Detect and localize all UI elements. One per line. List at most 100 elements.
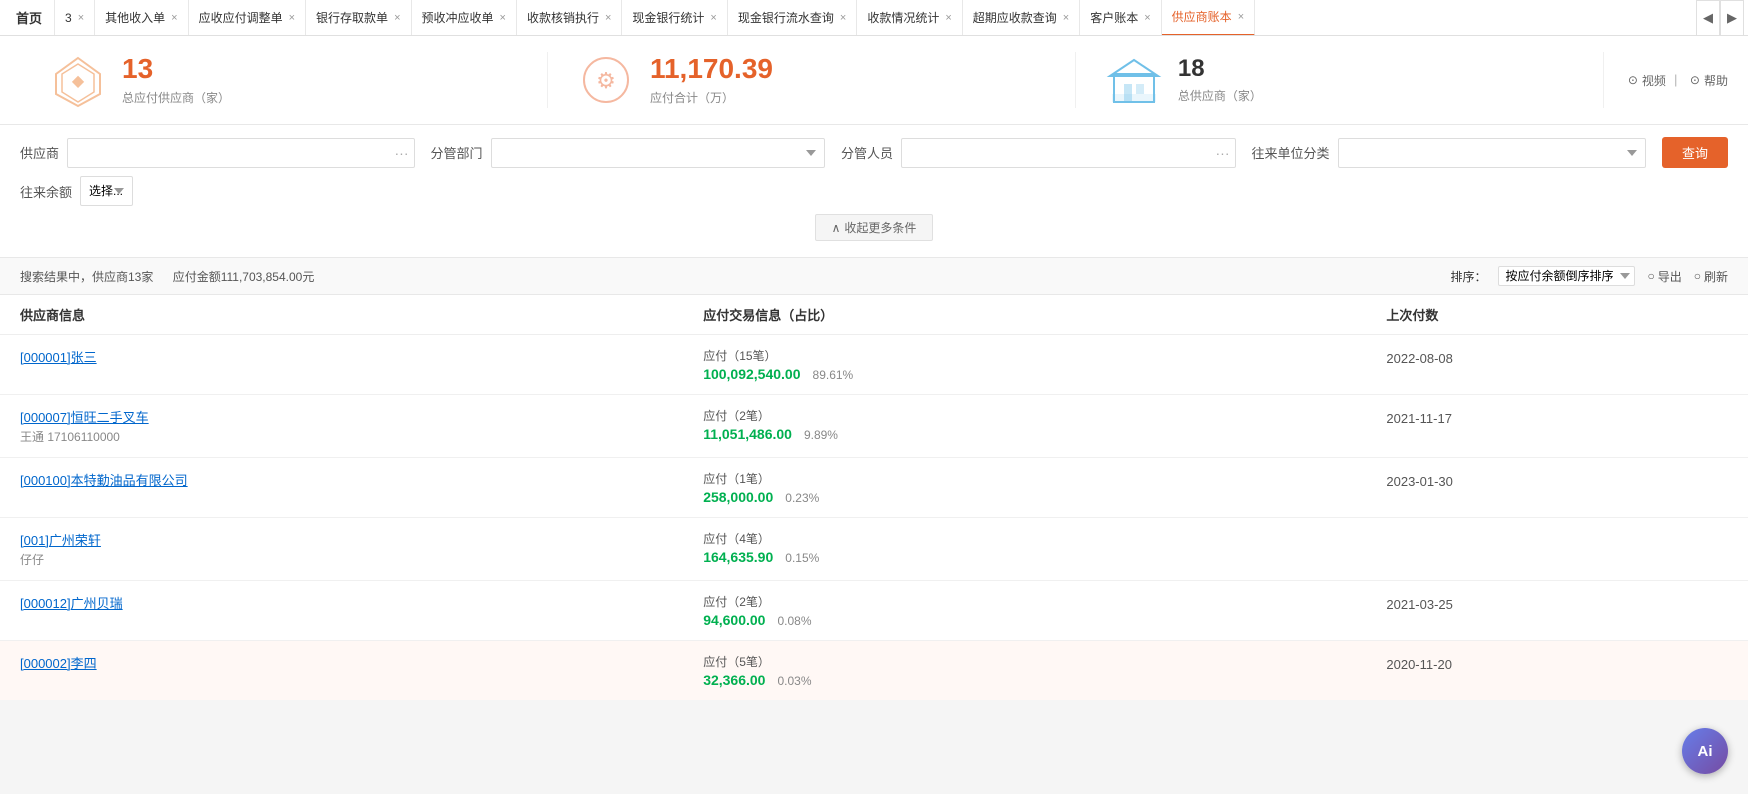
person-input-wrapper: ···	[901, 138, 1235, 168]
tab-label: 3	[65, 11, 72, 25]
table-row: [000007]恒旺二手叉车 王通 17106110000 应付（2笔） 11,…	[0, 395, 1748, 458]
refresh-button[interactable]: ○ 刷新	[1694, 268, 1728, 285]
help-link[interactable]: 帮助	[1704, 72, 1728, 89]
tab-label: 其他收入单	[105, 9, 165, 26]
nav-tab-3[interactable]: 3 ×	[55, 0, 95, 36]
total-suppliers-count: 18	[1178, 56, 1262, 82]
result-text-1: 搜索结果中，供应商13家	[20, 270, 153, 284]
close-icon[interactable]: ×	[78, 12, 84, 24]
filter-balance: 往来余额 选择...	[20, 176, 133, 206]
supplier-link-6[interactable]: [000002]李四	[20, 653, 703, 672]
payable-total-amount: 11,170.39	[650, 54, 773, 85]
refresh-label: 刷新	[1704, 268, 1728, 285]
filter-area: 供应商 ··· 分管部门 分管人员 ··· 往来单位分类 查询	[0, 125, 1748, 258]
nav-tab-advance-receivable[interactable]: 预收冲应收单 ×	[412, 0, 517, 36]
filter-row-1: 供应商 ··· 分管部门 分管人员 ··· 往来单位分类 查询	[20, 137, 1728, 168]
table-row: [001]广州荣轩 仔仔 应付（4笔） 164,635.90 0.15%	[0, 518, 1748, 581]
collapse-section: ∧ 收起更多条件	[20, 214, 1728, 241]
close-icon[interactable]: ×	[394, 12, 400, 24]
close-icon[interactable]: ×	[840, 12, 846, 24]
person-input-dots[interactable]: ···	[1216, 145, 1230, 161]
summary-content-total: 11,170.39 应付合计（万）	[650, 54, 773, 106]
collapse-button[interactable]: ∧ 收起更多条件	[815, 214, 934, 241]
table-header: 供应商信息 应付交易信息（占比） 上次付数	[0, 295, 1748, 335]
video-link[interactable]: 视频	[1642, 72, 1666, 89]
tab-label: 超期应收款查询	[973, 9, 1057, 26]
refresh-icon: ○	[1694, 269, 1701, 283]
close-icon[interactable]: ×	[710, 12, 716, 24]
category-select[interactable]	[1338, 138, 1646, 168]
tab-label: 现金银行统计	[632, 9, 704, 26]
last-payment-4	[1386, 530, 1728, 568]
tx-percent-2: 9.89%	[804, 428, 838, 442]
circle-icon: ⊙	[1628, 73, 1638, 87]
nav-tab-supplier-ledger[interactable]: 供应商账本 ×	[1162, 0, 1255, 36]
summary-card-payable-total: ⚙ 11,170.39 应付合计（万）	[548, 52, 1076, 108]
top-right-actions: ⊙ 视频 ｜ ⊙ 帮助	[1624, 72, 1728, 89]
dept-select[interactable]	[491, 138, 825, 168]
supplier-link-1[interactable]: [000001]张三	[20, 347, 703, 366]
result-info: 搜索结果中，供应商13家 应付金额111,703,854.00元	[20, 268, 330, 285]
supplier-link-4[interactable]: [001]广州荣轩	[20, 530, 703, 549]
supplier-link-3[interactable]: [000100]本特勤油品有限公司	[20, 470, 703, 489]
supplier-label: 供应商	[20, 143, 59, 162]
main-table: 供应商信息 应付交易信息（占比） 上次付数 [000001]张三 应付（15笔）…	[0, 295, 1748, 700]
nav-left-arrow[interactable]: ◀	[1696, 0, 1720, 36]
nav-tab-customer-ledger[interactable]: 客户账本 ×	[1080, 0, 1161, 36]
nav-tab-bank-deposit[interactable]: 银行存取款单 ×	[306, 0, 411, 36]
payable-total-label: 应付合计（万）	[650, 89, 773, 106]
svg-text:◆: ◆	[72, 73, 85, 90]
nav-tab-collection-stats[interactable]: 收款情况统计 ×	[857, 0, 962, 36]
supplier-info-5: [000012]广州贝瑞	[20, 593, 703, 628]
ai-label: Ai	[1698, 743, 1713, 760]
nav-tab-collection[interactable]: 收款核销执行 ×	[517, 0, 622, 36]
tab-label: 收款核销执行	[527, 9, 599, 26]
close-icon[interactable]: ×	[500, 12, 506, 24]
nav-tab-overdue[interactable]: 超期应收款查询 ×	[963, 0, 1080, 36]
close-icon[interactable]: ×	[945, 12, 951, 24]
nav-home-tab[interactable]: 首页	[4, 0, 55, 36]
tx-label-5: 应付（2笔）	[703, 593, 1386, 610]
table-row: [000012]广州贝瑞 应付（2笔） 94,600.00 0.08% 2021…	[0, 581, 1748, 641]
result-actions: 排序： 按应付余额倒序排序 ○ 导出 ○ 刷新	[1450, 266, 1728, 286]
grain-icon: ⚙	[578, 52, 634, 108]
close-icon[interactable]: ×	[289, 12, 295, 24]
tx-amount-1: 100,092,540.00	[703, 366, 800, 382]
balance-label: 往来余额	[20, 182, 72, 201]
transaction-info-6: 应付（5笔） 32,366.00 0.03%	[703, 653, 1386, 688]
supplier-input[interactable]	[67, 138, 414, 168]
nav-right-arrow[interactable]: ▶	[1720, 0, 1744, 36]
supplier-link-5[interactable]: [000012]广州贝瑞	[20, 593, 703, 612]
tx-percent-1: 89.61%	[813, 368, 854, 382]
transaction-info-1: 应付（15笔） 100,092,540.00 89.61%	[703, 347, 1386, 382]
query-button[interactable]: 查询	[1662, 137, 1728, 168]
person-input[interactable]	[901, 138, 1235, 168]
close-icon[interactable]: ×	[1063, 12, 1069, 24]
summary-content-payable: 13 总应付供应商（家）	[122, 54, 230, 106]
close-icon[interactable]: ×	[1144, 12, 1150, 24]
supplier-info-3: [000100]本特勤油品有限公司	[20, 470, 703, 505]
col-header-last-payment: 上次付数	[1386, 305, 1728, 324]
close-icon[interactable]: ×	[171, 12, 177, 24]
nav-tab-cash-stats[interactable]: 现金银行统计 ×	[622, 0, 727, 36]
filter-person: 分管人员 ···	[841, 138, 1236, 168]
total-suppliers-label: 总供应商（家）	[1178, 87, 1262, 104]
circle-icon2: ⊙	[1690, 73, 1700, 87]
ai-button[interactable]: Ai	[1682, 728, 1728, 774]
supplier-input-dots[interactable]: ···	[395, 145, 409, 161]
close-icon[interactable]: ×	[605, 12, 611, 24]
supplier-info-4: [001]广州荣轩 仔仔	[20, 530, 703, 568]
nav-tab-other-income[interactable]: 其他收入单 ×	[95, 0, 188, 36]
tab-label: 应收应付调整单	[199, 9, 283, 26]
supplier-link-2[interactable]: [000007]恒旺二手叉车	[20, 407, 703, 426]
last-payment-5: 2021-03-25	[1386, 593, 1728, 628]
nav-tab-adjustment[interactable]: 应收应付调整单 ×	[189, 0, 306, 36]
nav-tab-cash-flow[interactable]: 现金银行流水查询 ×	[728, 0, 857, 36]
payable-suppliers-label: 总应付供应商（家）	[122, 89, 230, 106]
balance-select[interactable]: 选择...	[80, 176, 133, 206]
close-icon[interactable]: ×	[1238, 11, 1244, 23]
filter-category: 往来单位分类	[1252, 138, 1647, 168]
sort-select[interactable]: 按应付余额倒序排序	[1498, 266, 1635, 286]
supplier-info-1: [000001]张三	[20, 347, 703, 382]
export-button[interactable]: ○ 导出	[1647, 268, 1681, 285]
